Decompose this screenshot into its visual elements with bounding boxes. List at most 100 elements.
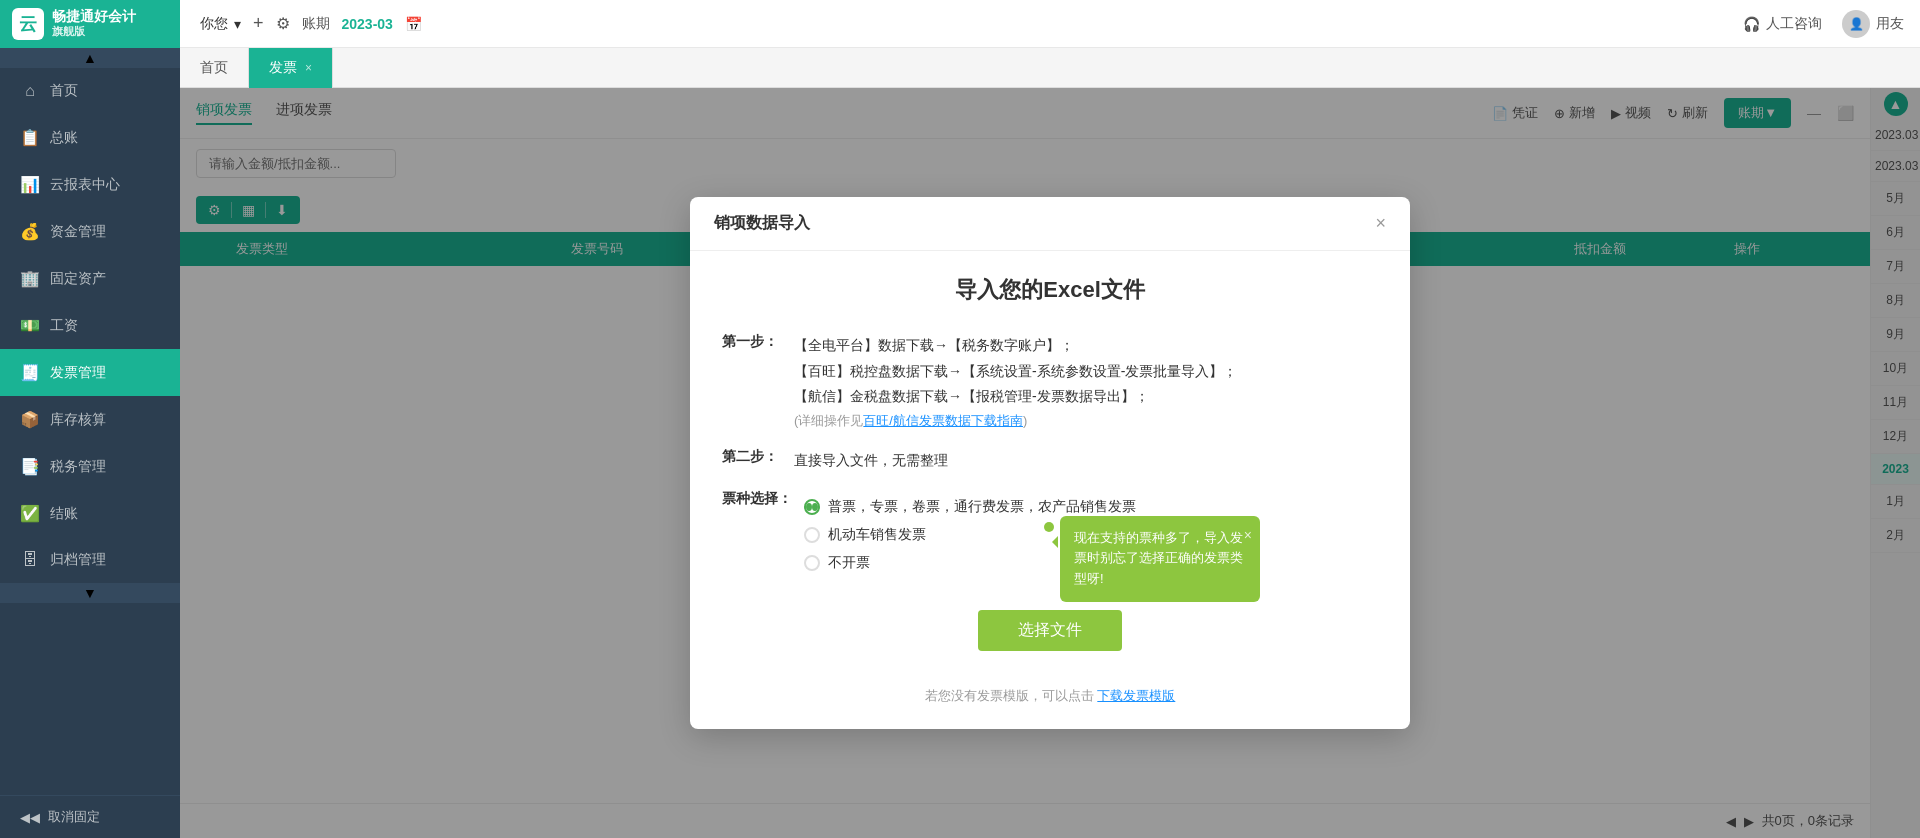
topbar-right: 🎧 人工咨询 👤 用友 [1743, 10, 1904, 38]
sidebar-label-wage: 工资 [50, 317, 78, 335]
modal-main-title: 导入您的Excel文件 [722, 275, 1378, 305]
sidebar-item-report[interactable]: 📊 云报表中心 [0, 161, 180, 208]
tooltip-bubble: × 现在支持的票种多了，导入发票时别忘了选择正确的发票类型呀! [1060, 516, 1260, 602]
gear-icon[interactable]: ⚙ [276, 14, 290, 33]
step1-label: 第一步： [722, 333, 782, 432]
sidebar-scroll-down[interactable]: ▼ [0, 583, 180, 603]
capital-icon: 💰 [20, 222, 40, 241]
step1-content: 【全电平台】数据下载→【税务数字账户】； 【百旺】税控盘数据下载→【系统设置-系… [794, 333, 1237, 432]
sidebar-label-archive: 归档管理 [50, 551, 106, 569]
tax-icon: 📑 [20, 457, 40, 476]
ticket-label: 票种选择： [722, 490, 792, 508]
radio-normal-circle[interactable] [804, 499, 820, 515]
logo-sub: 旗舰版 [52, 24, 136, 39]
pin-icon: ◀◀ [20, 810, 40, 825]
main-area: 首页 发票 × 销项发票 进项发票 [180, 48, 1920, 838]
modal-body: 导入您的Excel文件 第一步： 【全电平台】数据下载→【税务数字账户】； 【百… [690, 251, 1410, 728]
radio-normal[interactable]: 普票，专票，卷票，通行费发票，农产品销售发票 [804, 498, 1136, 516]
sidebar-item-home[interactable]: ⌂ 首页 [0, 68, 180, 114]
headset-icon: 🎧 [1743, 16, 1760, 32]
radio-normal-label: 普票，专票，卷票，通行费发票，农产品销售发票 [828, 498, 1136, 516]
company-selector[interactable]: 你您 ▾ [200, 15, 241, 33]
tab-invoice[interactable]: 发票 × [249, 48, 333, 88]
ledger-icon: 📋 [20, 128, 40, 147]
modal-dialog: 销项数据导入 × 导入您的Excel文件 第一步： 【全电平台】数据下载→【税务… [690, 197, 1410, 728]
modal-close-btn[interactable]: × [1375, 213, 1386, 234]
period-label: 账期 [302, 15, 330, 33]
step2-content: 直接导入文件，无需整理 [794, 448, 948, 473]
modal-header: 销项数据导入 × [690, 197, 1410, 251]
home-icon: ⌂ [20, 82, 40, 100]
tooltip-container: × 现在支持的票种多了，导入发票时别忘了选择正确的发票类型呀! [1044, 516, 1260, 602]
tab-invoice-close[interactable]: × [305, 61, 312, 75]
avatar: 👤 [1842, 10, 1870, 38]
sidebar-item-wage[interactable]: 💵 工资 [0, 302, 180, 349]
step1-line3: 【航信】金税盘数据下载→【报税管理-发票数据导出】； [794, 384, 1237, 409]
sidebar-item-checkout[interactable]: ✅ 结账 [0, 490, 180, 537]
sidebar-label-inventory: 库存核算 [50, 411, 106, 429]
topbar-middle: 你您 ▾ + ⚙ 账期 2023-03 📅 [180, 13, 1743, 34]
radio-no-invoice-label: 不开票 [828, 554, 870, 572]
modal-note: 若您没有发票模版，可以点击 下载发票模版 [722, 687, 1378, 705]
sidebar-label-tax: 税务管理 [50, 458, 106, 476]
step1-guide-link[interactable]: 百旺/航信发票数据下载指南 [863, 413, 1023, 428]
calendar-icon[interactable]: 📅 [405, 16, 422, 32]
asset-icon: 🏢 [20, 269, 40, 288]
sidebar-scroll-up[interactable]: ▲ [0, 48, 180, 68]
radio-motor[interactable]: 机动车销售发票 × 现在支持的票种多了，导入发票时别忘了选择正确的发票类型呀! [804, 526, 1136, 544]
period-value: 2023-03 [342, 16, 393, 32]
tooltip-dot [1044, 522, 1054, 532]
username: 用友 [1876, 15, 1904, 33]
company-name: 你您 [200, 15, 228, 33]
step1-row: 第一步： 【全电平台】数据下载→【税务数字账户】； 【百旺】税控盘数据下载→【系… [722, 333, 1378, 432]
report-icon: 📊 [20, 175, 40, 194]
sidebar-item-invoice[interactable]: 🧾 发票管理 [0, 349, 180, 396]
modal-footer: 选择文件 [722, 594, 1378, 675]
ticket-selection-row: 票种选择： 普票，专票，卷票，通行费发票，农产品销售发票 [722, 490, 1378, 582]
consultation-label: 人工咨询 [1766, 15, 1822, 33]
sidebar-item-capital[interactable]: 💰 资金管理 [0, 208, 180, 255]
modal-title: 销项数据导入 [714, 213, 810, 234]
user-info[interactable]: 👤 用友 [1842, 10, 1904, 38]
sidebar-item-ledger[interactable]: 📋 总账 [0, 114, 180, 161]
layout: ▲ ⌂ 首页 📋 总账 📊 云报表中心 💰 资金管理 🏢 固定资产 💵 工资 🧾… [0, 0, 1920, 838]
wage-icon: 💵 [20, 316, 40, 335]
tab-home-label: 首页 [200, 59, 228, 77]
sidebar-item-asset[interactable]: 🏢 固定资产 [0, 255, 180, 302]
sidebar-label-checkout: 结账 [50, 505, 78, 523]
tab-home[interactable]: 首页 [180, 48, 249, 88]
tab-bar: 首页 发票 × [180, 48, 1920, 88]
sidebar-label-invoice: 发票管理 [50, 364, 106, 382]
inventory-icon: 📦 [20, 410, 40, 429]
page-content: 销项发票 进项发票 📄 凭证 ⊕ [180, 88, 1920, 838]
sidebar-item-inventory[interactable]: 📦 库存核算 [0, 396, 180, 443]
sidebar-item-archive[interactable]: 🗄 归档管理 [0, 537, 180, 583]
topbar: 云 畅捷通好会计 旗舰版 你您 ▾ + ⚙ 账期 2023-03 📅 🎧 人工咨… [0, 0, 1920, 48]
logo-name: 畅捷通好会计 [52, 8, 136, 25]
sidebar-cancel-pin[interactable]: ◀◀ 取消固定 [0, 795, 180, 838]
sidebar: ▲ ⌂ 首页 📋 总账 📊 云报表中心 💰 资金管理 🏢 固定资产 💵 工资 🧾… [0, 48, 180, 838]
select-file-button[interactable]: 选择文件 [978, 610, 1122, 651]
download-template-link[interactable]: 下载发票模版 [1097, 688, 1175, 703]
chevron-down-icon: ▾ [234, 16, 241, 32]
add-icon[interactable]: + [253, 13, 264, 34]
invoice-icon: 🧾 [20, 363, 40, 382]
radio-motor-circle[interactable] [804, 527, 820, 543]
modal-note-text: 若您没有发票模版，可以点击 [925, 688, 1094, 703]
tooltip-close-btn[interactable]: × [1244, 524, 1252, 546]
sidebar-label-ledger: 总账 [50, 129, 78, 147]
step1-line1: 【全电平台】数据下载→【税务数字账户】； [794, 333, 1237, 358]
logo-icon: 云 [12, 8, 44, 40]
sidebar-label-home: 首页 [50, 82, 78, 100]
step1-note: (详细操作见百旺/航信发票数据下载指南) [794, 409, 1237, 432]
checkout-icon: ✅ [20, 504, 40, 523]
consultation-button[interactable]: 🎧 人工咨询 [1743, 15, 1822, 33]
radio-motor-label: 机动车销售发票 [828, 526, 926, 544]
radio-no-invoice-circle[interactable] [804, 555, 820, 571]
sidebar-bottom-label: 取消固定 [48, 808, 100, 826]
step2-label: 第二步： [722, 448, 782, 473]
sidebar-item-tax[interactable]: 📑 税务管理 [0, 443, 180, 490]
tab-invoice-label: 发票 [269, 59, 297, 77]
sidebar-label-capital: 资金管理 [50, 223, 106, 241]
modal-overlay: 销项数据导入 × 导入您的Excel文件 第一步： 【全电平台】数据下载→【税务… [180, 88, 1920, 838]
